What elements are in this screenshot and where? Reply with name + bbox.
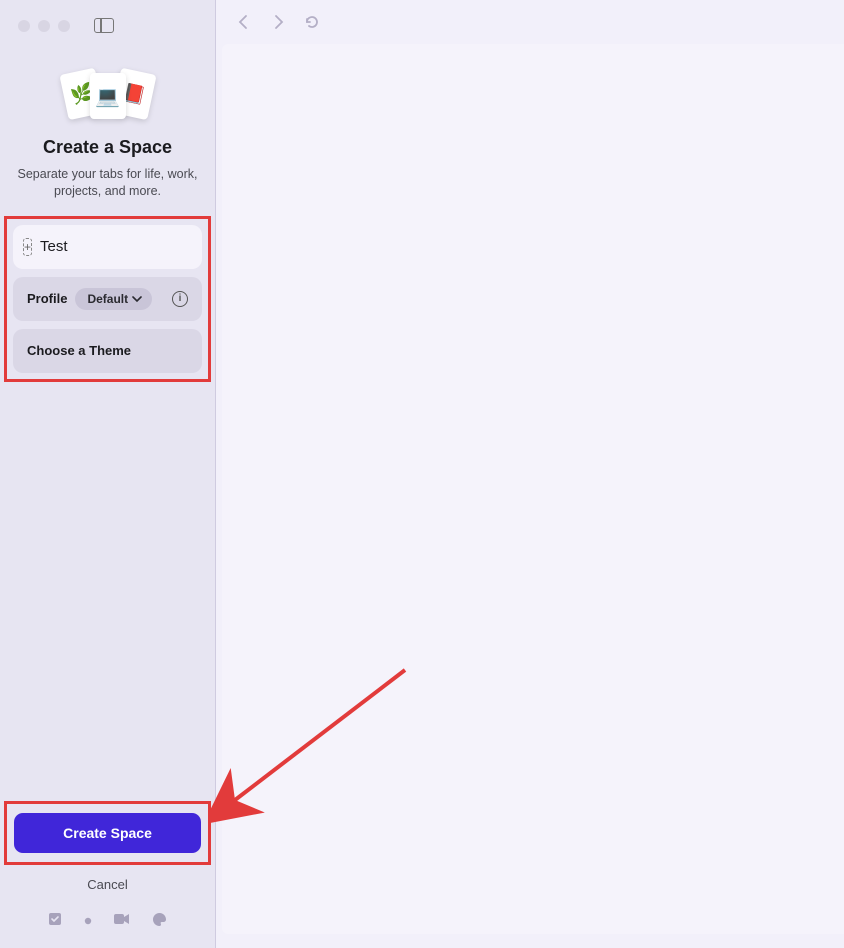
create-space-button[interactable]: Create Space — [14, 813, 201, 853]
sidebar: 🌿 💻 📕 Create a Space Separate your tabs … — [0, 0, 216, 948]
profile-select[interactable]: Default — [75, 288, 152, 310]
page-viewport — [222, 44, 844, 934]
choose-theme-button[interactable]: Choose a Theme — [13, 329, 202, 373]
back-button[interactable] — [236, 14, 252, 30]
profile-label: Profile — [27, 291, 67, 306]
space-name-input[interactable] — [40, 238, 239, 255]
browser-toolbar — [216, 0, 844, 44]
sidebar-footer — [0, 898, 215, 948]
create-space-header: 🌿 💻 📕 Create a Space Separate your tabs … — [0, 43, 215, 206]
annotation-highlight-submit: Create Space — [4, 801, 211, 865]
close-window-button[interactable] — [18, 20, 30, 32]
titlebar — [0, 0, 215, 43]
info-icon[interactable]: i — [172, 291, 188, 307]
minimize-window-button[interactable] — [38, 20, 50, 32]
video-icon[interactable] — [114, 912, 130, 930]
annotation-highlight-form: + Profile Default i Choose a Theme — [4, 216, 211, 382]
page-title: Create a Space — [16, 137, 199, 158]
profile-value: Default — [87, 292, 128, 306]
window: 🌿 💻 📕 Create a Space Separate your tabs … — [0, 0, 844, 948]
window-controls — [18, 20, 70, 32]
zoom-window-button[interactable] — [58, 20, 70, 32]
toggle-sidebar-icon[interactable] — [94, 18, 114, 33]
dot-icon[interactable] — [84, 912, 92, 930]
library-icon[interactable] — [48, 912, 62, 930]
space-icon-picker[interactable]: + — [23, 238, 32, 256]
palette-icon[interactable] — [152, 912, 167, 930]
reload-button[interactable] — [304, 14, 320, 30]
page-subtitle: Separate your tabs for life, work, proje… — [16, 166, 199, 200]
theme-label: Choose a Theme — [27, 343, 131, 358]
profile-row[interactable]: Profile Default i — [13, 277, 202, 321]
space-illustration: 🌿 💻 📕 — [16, 73, 199, 119]
cancel-button[interactable]: Cancel — [0, 869, 215, 898]
main-content — [216, 0, 844, 948]
space-name-row[interactable]: + — [13, 225, 202, 269]
chevron-down-icon — [132, 294, 142, 304]
forward-button[interactable] — [270, 14, 286, 30]
